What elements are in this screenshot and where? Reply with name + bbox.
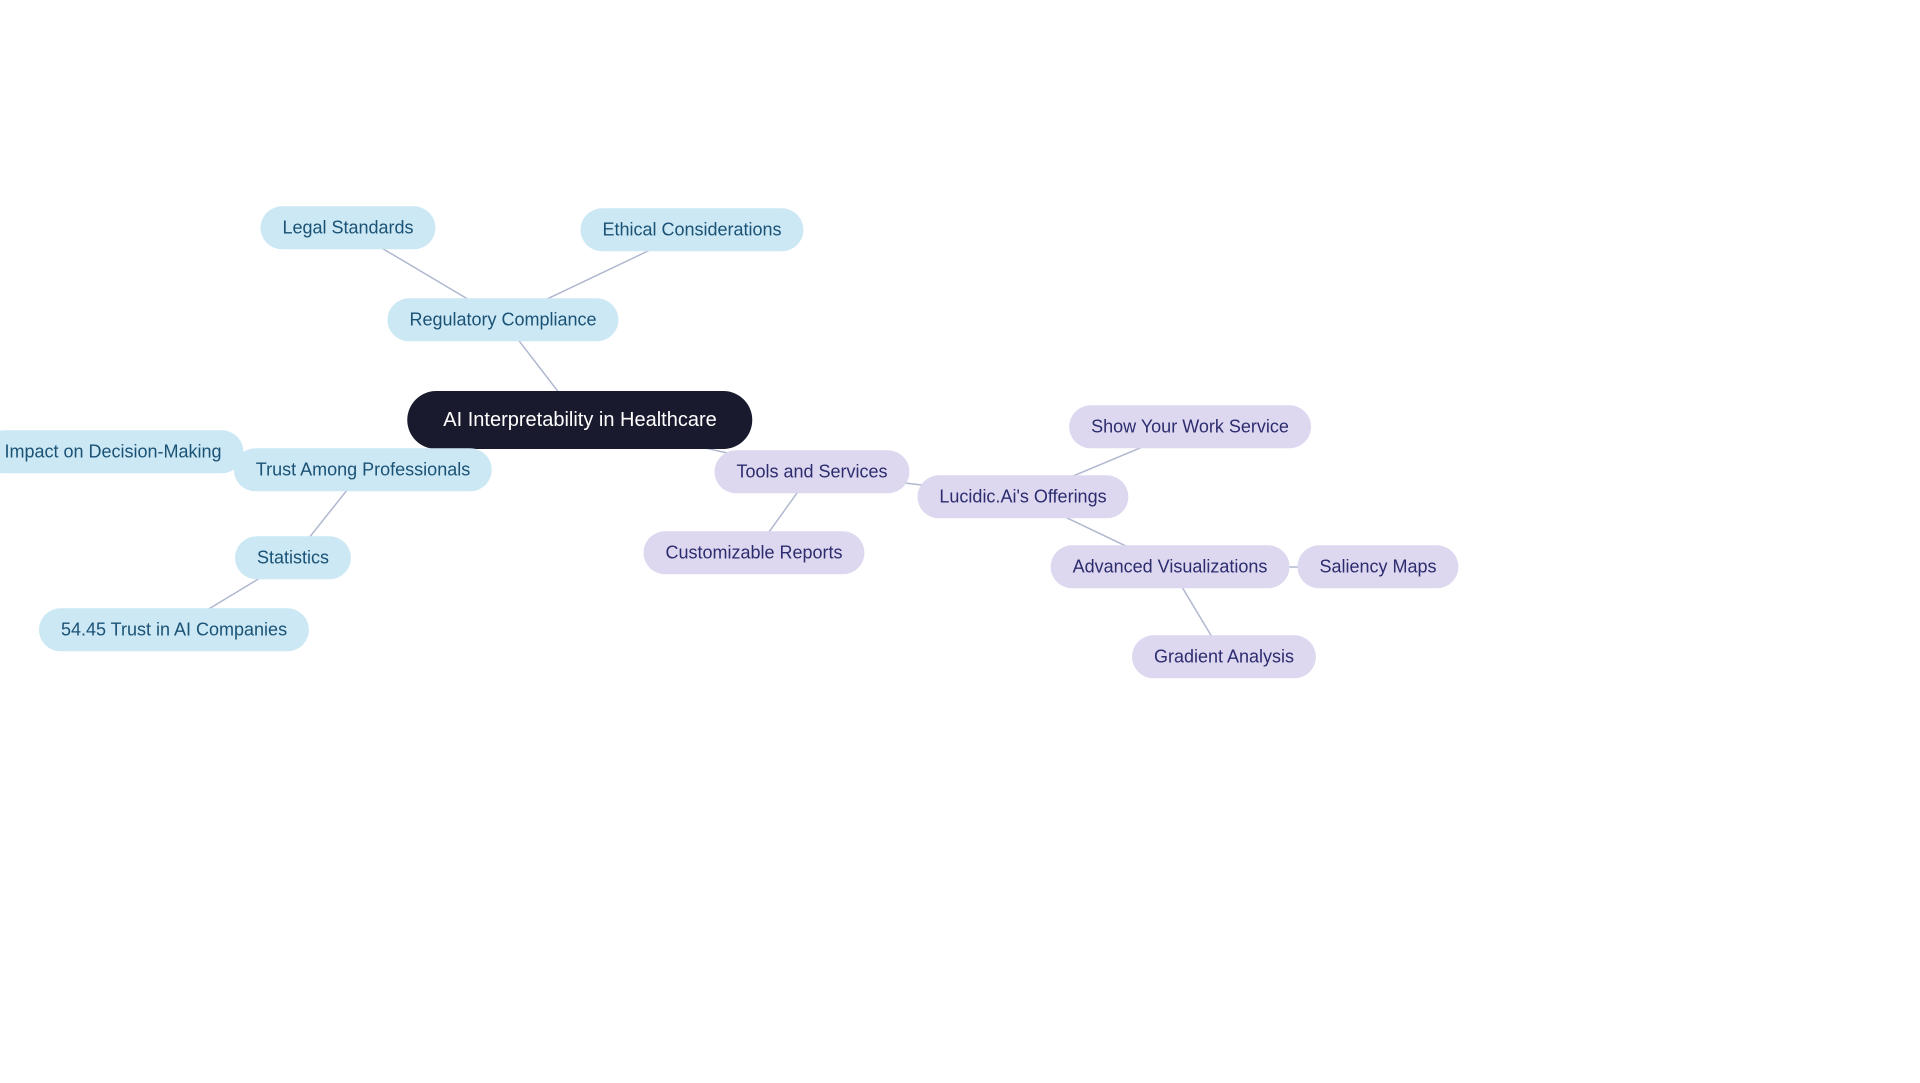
mind-map-canvas <box>0 0 1920 1083</box>
